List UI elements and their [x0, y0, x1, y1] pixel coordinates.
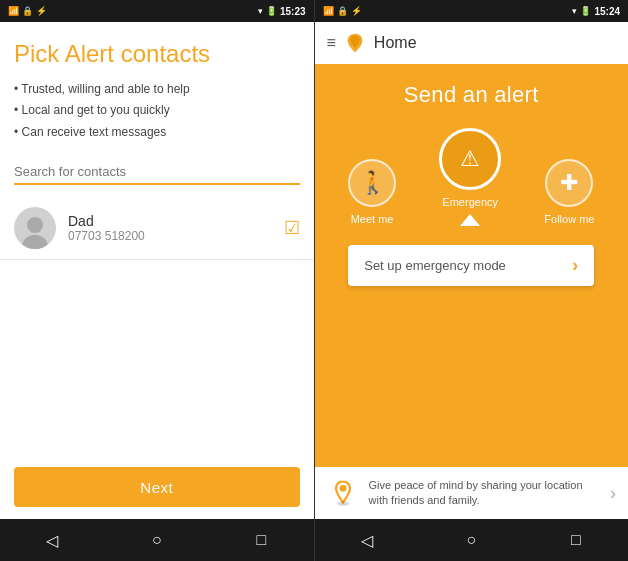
bottom-section[interactable]: Give peace of mind by sharing your locat… — [315, 467, 629, 519]
caret-icon — [460, 214, 480, 226]
orange-content: Send an alert 🚶 Meet me ⚠ Emergency — [315, 64, 629, 467]
avatar — [14, 207, 56, 249]
right-status-info: ▾ 🔋 15:23 — [258, 6, 306, 17]
battery-icon: 🔋 — [266, 6, 277, 16]
emergency-mode-text: Set up emergency mode — [364, 258, 506, 273]
contact-info: Dad 07703 518200 — [68, 213, 284, 243]
recent-button[interactable]: □ — [246, 531, 276, 549]
avatar-body — [22, 235, 48, 249]
contact-name: Dad — [68, 213, 284, 229]
r-notification-icon: 📶 — [323, 6, 334, 16]
next-button[interactable]: Next — [14, 467, 300, 507]
r-wifi-icon: ▾ — [572, 6, 577, 16]
left-status-bar: 📶 🔒 ⚡ ▾ 🔋 15:23 — [0, 0, 314, 22]
back-button[interactable]: ◁ — [37, 531, 67, 550]
left-time: 15:23 — [280, 6, 306, 17]
right-time: 15:24 — [594, 6, 620, 17]
r-home-button[interactable]: ○ — [456, 531, 486, 549]
follow-me-label: Follow me — [544, 213, 594, 225]
bullet-1: • Trusted, willing and able to help — [14, 79, 300, 101]
svg-point-1 — [337, 501, 349, 506]
left-content: Pick Alert contacts • Trusted, willing a… — [0, 22, 314, 519]
emergency-label: Emergency — [442, 196, 498, 208]
bottom-description: Give peace of mind by sharing your locat… — [369, 478, 601, 509]
notification-icon: 📶 — [8, 6, 19, 16]
avatar-person — [14, 207, 56, 249]
contact-phone: 07703 518200 — [68, 229, 284, 243]
left-phone: 📶 🔒 ⚡ ▾ 🔋 15:23 Pick Alert contacts • Tr… — [0, 0, 315, 561]
bullet-2: • Local and get to you quickly — [14, 100, 300, 122]
app-logo — [344, 32, 366, 54]
left-nav-bar: ◁ ○ □ — [0, 519, 314, 561]
meet-me-icon: 🚶 — [348, 159, 396, 207]
r-battery-icon: 🔋 — [580, 6, 591, 16]
right-status-icons: 📶 🔒 ⚡ — [323, 6, 362, 16]
bottom-chevron-icon[interactable]: › — [610, 483, 616, 504]
contact-checkbox[interactable]: ☑ — [284, 217, 300, 239]
svg-point-0 — [339, 485, 346, 492]
search-container — [0, 154, 314, 197]
right-nav-bar: ◁ ○ □ — [315, 519, 629, 561]
r-lock-icon: 🔒 — [337, 6, 348, 16]
lock-icon: 🔒 — [22, 6, 33, 16]
wifi-icon: ▾ — [258, 6, 263, 16]
spacer — [0, 260, 314, 455]
location-icon — [327, 477, 359, 509]
avatar-head — [27, 217, 43, 233]
emergency-item[interactable]: ⚠ Emergency — [439, 128, 501, 225]
signal-icon: ⚡ — [36, 6, 47, 16]
follow-me-item[interactable]: ✚ Follow me — [544, 159, 594, 225]
bullet-list: • Trusted, willing and able to help • Lo… — [0, 79, 314, 154]
page-title: Pick Alert contacts — [0, 22, 314, 79]
meet-me-label: Meet me — [351, 213, 394, 225]
app-title: Home — [374, 34, 417, 52]
location-svg — [329, 479, 357, 507]
chevron-right-icon: › — [572, 255, 578, 276]
home-button[interactable]: ○ — [142, 531, 172, 549]
search-input[interactable] — [14, 160, 300, 185]
send-alert-title: Send an alert — [404, 82, 539, 108]
contact-row[interactable]: Dad 07703 518200 ☑ — [0, 197, 314, 260]
r-back-button[interactable]: ◁ — [352, 531, 382, 550]
r-recent-button[interactable]: □ — [561, 531, 591, 549]
bullet-3: • Can receive text messages — [14, 122, 300, 144]
left-status-icons: 📶 🔒 ⚡ — [8, 6, 47, 16]
emergency-mode-button[interactable]: Set up emergency mode › — [348, 245, 594, 286]
r-right-status-info: ▾ 🔋 15:24 — [572, 6, 620, 17]
meet-me-item[interactable]: 🚶 Meet me — [348, 159, 396, 225]
r-signal-icon: ⚡ — [351, 6, 362, 16]
right-phone: 📶 🔒 ⚡ ▾ 🔋 15:24 ≡ Home Send an alert 🚶 — [315, 0, 629, 561]
menu-icon[interactable]: ≡ — [327, 34, 336, 52]
follow-me-icon: ✚ — [545, 159, 593, 207]
emergency-icon: ⚠ — [439, 128, 501, 190]
app-bar: ≡ Home — [315, 22, 629, 64]
right-status-bar: 📶 🔒 ⚡ ▾ 🔋 15:24 — [315, 0, 629, 22]
alert-icons-row: 🚶 Meet me ⚠ Emergency ✚ Follow me — [327, 128, 617, 225]
